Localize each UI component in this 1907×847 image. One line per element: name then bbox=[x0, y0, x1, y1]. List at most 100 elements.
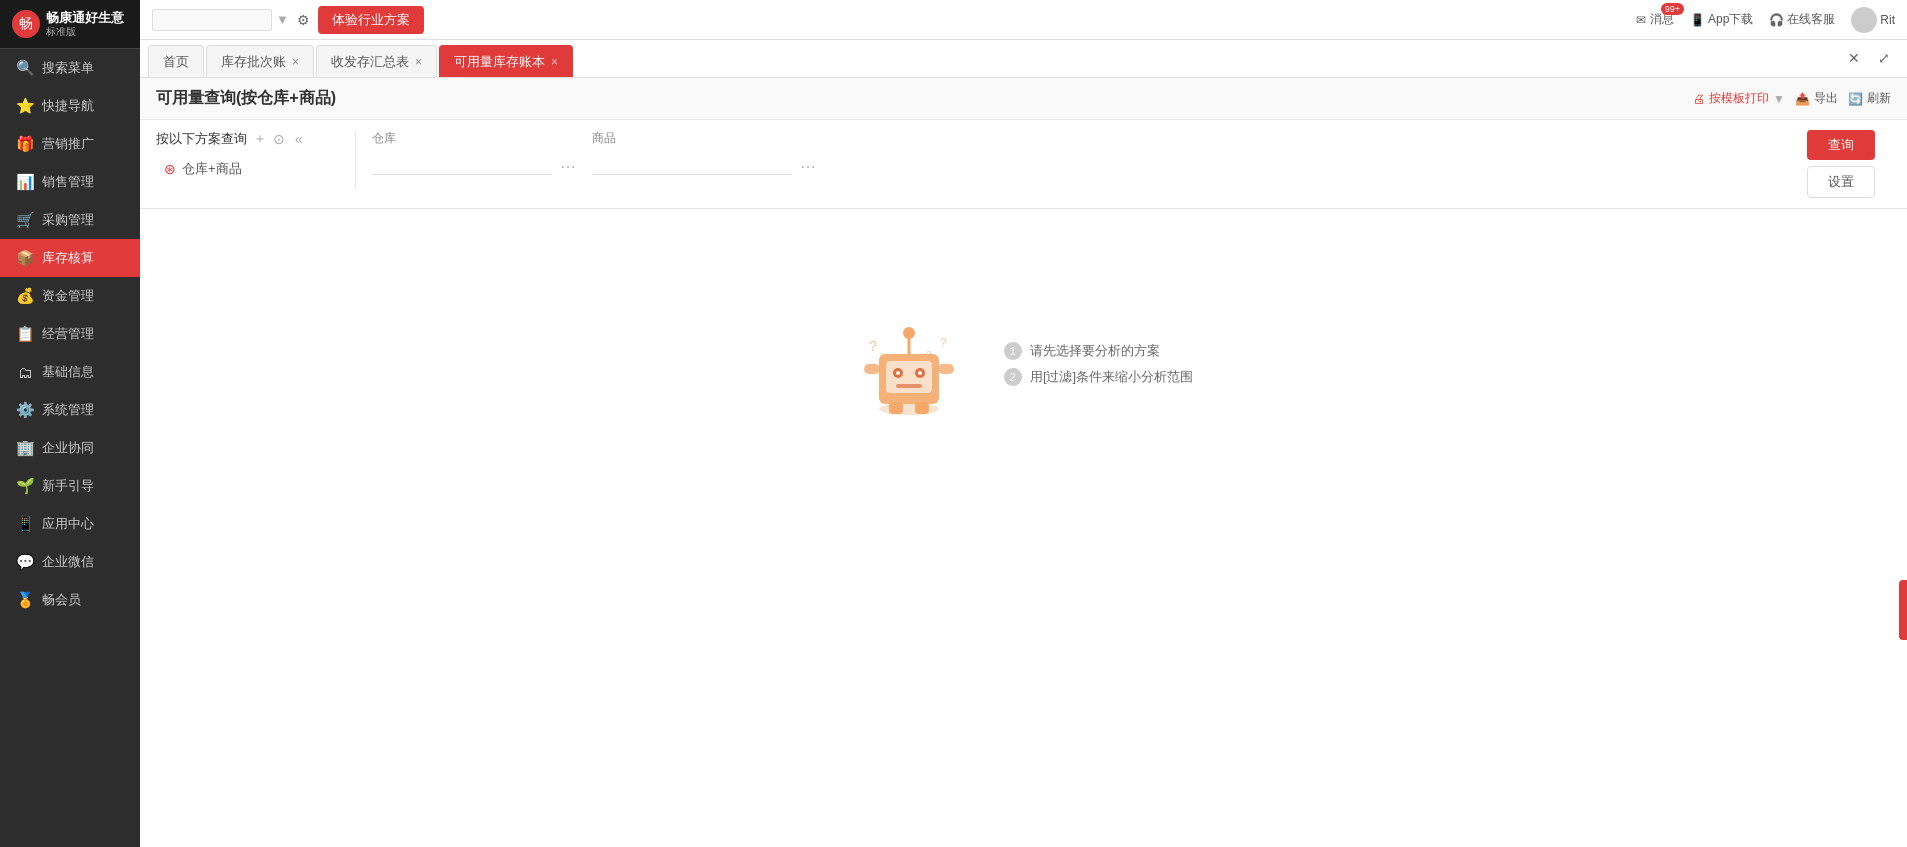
sidebar-item-operation[interactable]: 📋 经营管理 bbox=[0, 315, 140, 353]
scheme-item-warehouse-goods[interactable]: ⊛ 仓库+商品 bbox=[156, 156, 343, 182]
sidebar-scroll: 🔍 搜索菜单 ⭐ 快捷导航 🎁 营销推广 📊 销售管理 🛒 采购管理 📦 库存核… bbox=[0, 49, 140, 847]
empty-state-tips: 1 请先选择要分析的方案 2 用[过滤]条件来缩小分析范围 bbox=[1004, 342, 1193, 386]
sprout-icon: 🌱 bbox=[16, 477, 34, 495]
tabbar-expand-button[interactable]: ⤢ bbox=[1873, 47, 1895, 69]
tab-recv-summary[interactable]: 收发存汇总表 × bbox=[316, 45, 437, 77]
filter-warehouse-more-icon[interactable]: … bbox=[560, 154, 576, 172]
add-scheme-icon[interactable]: ＋ bbox=[253, 130, 267, 148]
query-button[interactable]: 查询 bbox=[1807, 130, 1875, 160]
industry-solution-button[interactable]: 体验行业方案 bbox=[318, 6, 424, 34]
filter-goods-label: 商品 bbox=[592, 130, 816, 147]
sidebar-item-label-wechat: 企业微信 bbox=[42, 553, 94, 571]
filter-goods-input[interactable] bbox=[592, 151, 792, 175]
svg-point-5 bbox=[896, 371, 900, 375]
search-input[interactable] bbox=[152, 9, 272, 31]
topbar: ▼ ⚙ 体验行业方案 ✉ 消息 99+ 📱 App下载 🎧 在线客服 Rit bbox=[140, 0, 1907, 40]
empty-tip-1: 1 请先选择要分析的方案 bbox=[1004, 342, 1193, 360]
action-buttons: 查询 设置 bbox=[1791, 130, 1891, 198]
sidebar-item-label-operation: 经营管理 bbox=[42, 325, 94, 343]
chart-icon: 📊 bbox=[16, 173, 34, 191]
medal-icon: 🏅 bbox=[16, 591, 34, 609]
sidebar-item-label-newbie: 新手引导 bbox=[42, 477, 94, 495]
tab-batch-account[interactable]: 库存批次账 × bbox=[206, 45, 314, 77]
svg-rect-12 bbox=[889, 402, 903, 414]
page-title: 可用量查询(按仓库+商品) bbox=[156, 88, 336, 109]
sidebar-item-label-shortcut: 快捷导航 bbox=[42, 97, 94, 115]
cart-icon: 🛒 bbox=[16, 211, 34, 229]
message-button[interactable]: ✉ 消息 99+ bbox=[1636, 11, 1674, 28]
page-content: 可用量查询(按仓库+商品) 🖨 按模板打印 ▼ 📤 导出 🔄 刷新 bbox=[140, 78, 1907, 847]
tabbar-right-controls: ✕ ⤢ bbox=[1831, 39, 1907, 77]
sidebar-item-appstore[interactable]: 📱 应用中心 bbox=[0, 505, 140, 543]
print-button[interactable]: 🖨 按模板打印 ▼ bbox=[1693, 90, 1785, 107]
tab-available-stock[interactable]: 可用量库存账本 × bbox=[439, 45, 573, 77]
sidebar-item-basic[interactable]: 🗂 基础信息 bbox=[0, 353, 140, 391]
sidebar-item-newbie[interactable]: 🌱 新手引导 bbox=[0, 467, 140, 505]
sidebar-item-label-system: 系统管理 bbox=[42, 401, 94, 419]
sidebar-item-enterprise[interactable]: 🏢 企业协同 bbox=[0, 429, 140, 467]
scheme-item-icon: ⊛ bbox=[164, 161, 176, 177]
sidebar-item-shortcut[interactable]: ⭐ 快捷导航 bbox=[0, 87, 140, 125]
settings-gear-icon[interactable]: ⚙ bbox=[297, 12, 310, 28]
svg-point-0 bbox=[879, 403, 939, 415]
chat-icon: 💬 bbox=[16, 553, 34, 571]
sidebar-item-purchase[interactable]: 🛒 采购管理 bbox=[0, 201, 140, 239]
sidebar-item-label-sales: 销售管理 bbox=[42, 173, 94, 191]
gear-icon: ⚙️ bbox=[16, 401, 34, 419]
filter-goods-group: 商品 … bbox=[592, 130, 816, 175]
tabbar: 首页 库存批次账 × 收发存汇总表 × 可用量库存账本 × ✕ ⤢ bbox=[140, 40, 1907, 78]
sidebar-item-system[interactable]: ⚙️ 系统管理 bbox=[0, 391, 140, 429]
manage-scheme-icon[interactable]: ⊙ bbox=[273, 131, 285, 147]
phone-download-icon: 📱 bbox=[1690, 13, 1705, 27]
sidebar-item-inventory[interactable]: 📦 库存核算 bbox=[0, 239, 140, 277]
app-title: 畅康通好生意 bbox=[46, 10, 124, 26]
tab-home[interactable]: 首页 bbox=[148, 45, 204, 77]
svg-rect-2 bbox=[886, 361, 932, 393]
svg-point-6 bbox=[918, 371, 922, 375]
message-icon: ✉ bbox=[1636, 13, 1646, 27]
sidebar: 畅 畅康通好生意 标准版 🔍 搜索菜单 ⭐ 快捷导航 🎁 营销推广 📊 销售管理… bbox=[0, 0, 140, 847]
settings-button[interactable]: 设置 bbox=[1807, 166, 1875, 198]
refresh-button[interactable]: 🔄 刷新 bbox=[1848, 90, 1891, 107]
sidebar-item-finance[interactable]: 💰 资金管理 bbox=[0, 277, 140, 315]
refresh-icon: 🔄 bbox=[1848, 92, 1863, 106]
sidebar-item-label-marketing: 营销推广 bbox=[42, 135, 94, 153]
sidebar-item-search[interactable]: 🔍 搜索菜单 bbox=[0, 49, 140, 87]
user-avatar-area[interactable]: Rit bbox=[1851, 7, 1895, 33]
sidebar-item-label-purchase: 采购管理 bbox=[42, 211, 94, 229]
collapse-scheme-icon[interactable]: « bbox=[291, 131, 307, 147]
sidebar-item-sales[interactable]: 📊 销售管理 bbox=[0, 163, 140, 201]
filter-goods-more-icon[interactable]: … bbox=[800, 154, 816, 172]
tab-available-stock-close[interactable]: × bbox=[551, 55, 558, 69]
search-dropdown-icon[interactable]: ▼ bbox=[276, 12, 289, 27]
online-service-label: 在线客服 bbox=[1787, 11, 1835, 28]
online-service-button[interactable]: 🎧 在线客服 bbox=[1769, 11, 1835, 28]
export-button[interactable]: 📤 导出 bbox=[1795, 90, 1838, 107]
right-accent-bar bbox=[1899, 580, 1907, 640]
scheme-item-label: 仓库+商品 bbox=[182, 160, 242, 178]
export-icon: 📤 bbox=[1795, 92, 1810, 106]
print-dropdown-icon[interactable]: ▼ bbox=[1773, 92, 1785, 106]
tab-batch-account-close[interactable]: × bbox=[292, 55, 299, 69]
tab-recv-summary-close[interactable]: × bbox=[415, 55, 422, 69]
empty-tip-2-text: 用[过滤]条件来缩小分析范围 bbox=[1030, 368, 1193, 386]
empty-state: ? ? ? 1 请先选择要分析的方案 2 用[过滤]条件来缩小分析范围 bbox=[140, 209, 1907, 419]
tab-available-stock-label: 可用量库存账本 bbox=[454, 53, 545, 71]
filter-warehouse-label: 仓库 bbox=[372, 130, 576, 147]
filter-warehouse-row: … bbox=[372, 151, 576, 175]
filter-goods-row: … bbox=[592, 151, 816, 175]
query-scheme-section: 按以下方案查询 ＋ ⊙ « ⊛ 仓库+商品 bbox=[156, 130, 356, 190]
svg-point-9 bbox=[903, 327, 915, 339]
sidebar-item-marketing[interactable]: 🎁 营销推广 bbox=[0, 125, 140, 163]
sidebar-item-wechat[interactable]: 💬 企业微信 bbox=[0, 543, 140, 581]
folder-icon: 🗂 bbox=[16, 364, 34, 381]
gift-icon: 🎁 bbox=[16, 135, 34, 153]
print-label: 按模板打印 bbox=[1709, 90, 1769, 107]
sidebar-item-label-finance: 资金管理 bbox=[42, 287, 94, 305]
tabbar-close-button[interactable]: ✕ bbox=[1843, 47, 1865, 69]
user-avatar bbox=[1851, 7, 1877, 33]
app-download-button[interactable]: 📱 App下载 bbox=[1690, 11, 1753, 28]
refresh-label: 刷新 bbox=[1867, 90, 1891, 107]
filter-warehouse-input[interactable] bbox=[372, 151, 552, 175]
sidebar-item-member[interactable]: 🏅 畅会员 bbox=[0, 581, 140, 619]
